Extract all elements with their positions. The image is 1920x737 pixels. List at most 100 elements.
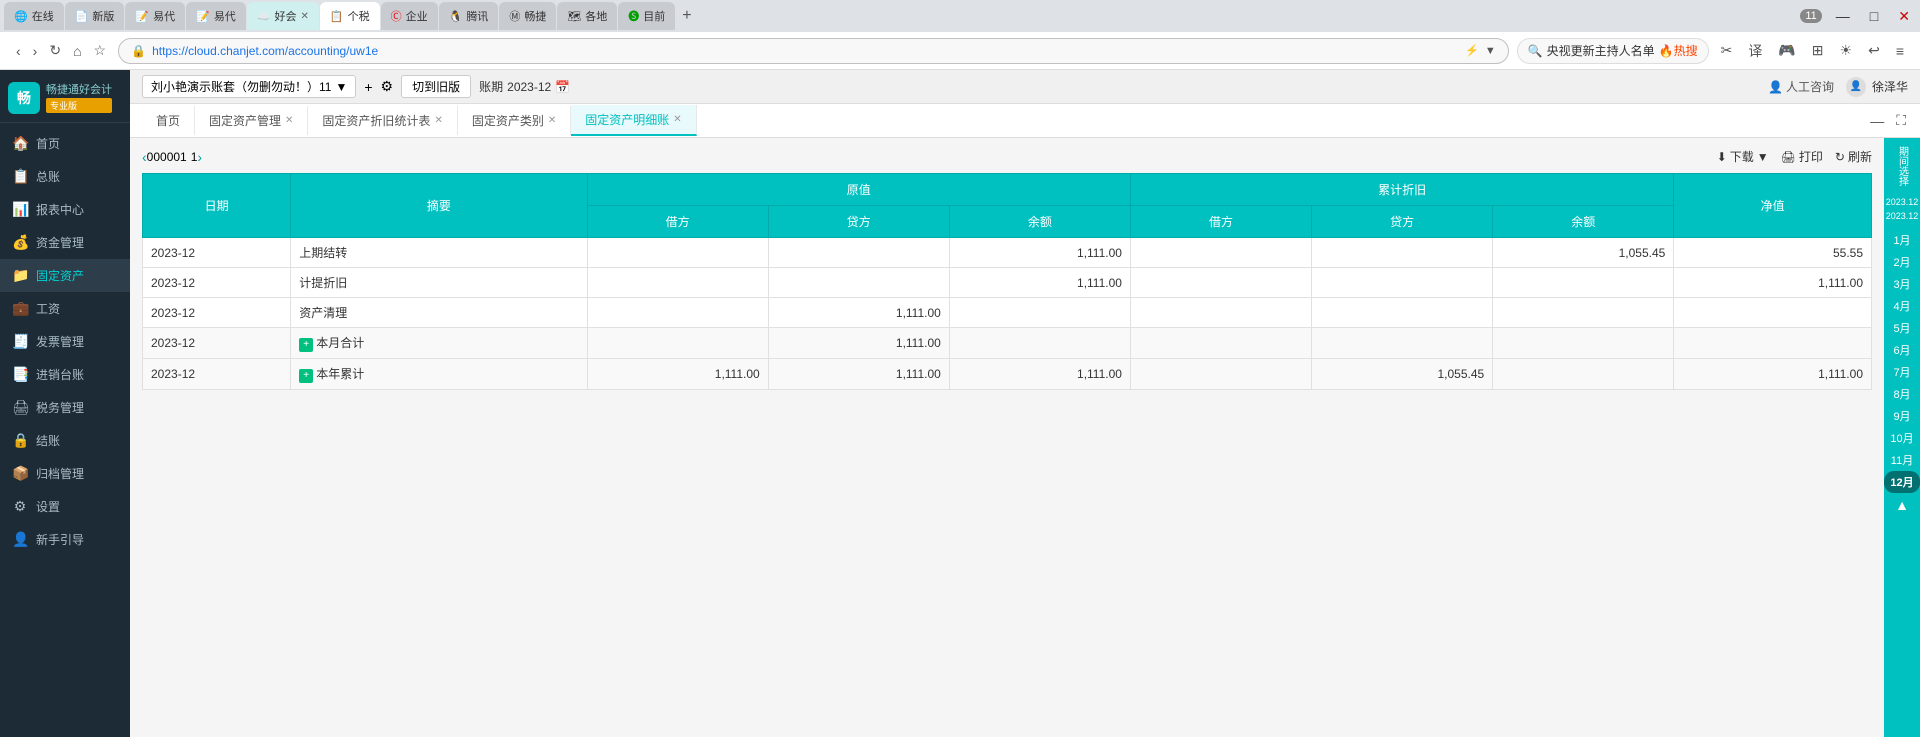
close-button[interactable]: ✕ bbox=[1892, 6, 1916, 27]
archive-icon: 📦 bbox=[12, 465, 28, 482]
tab-label: 企业 bbox=[406, 8, 428, 24]
minimize-panel-button[interactable]: — bbox=[1868, 110, 1886, 131]
cell-accum-balance: 1,055.45 bbox=[1493, 238, 1674, 268]
month-item-3[interactable]: 3月 bbox=[1884, 273, 1920, 295]
month-item-12[interactable]: 12月 bbox=[1884, 471, 1920, 493]
refresh-data-button[interactable]: ↻ 刷新 bbox=[1835, 148, 1872, 165]
month-item-1[interactable]: 1月 bbox=[1884, 229, 1920, 251]
tab-depreciation-stats[interactable]: 固定资产折旧统计表 ✕ bbox=[308, 106, 457, 135]
switch-version-button[interactable]: 切到旧版 bbox=[401, 75, 471, 98]
browser-tab-yidai2[interactable]: 📝 易代 bbox=[186, 2, 246, 30]
sidebar-item-tax[interactable]: 🖨 税务管理 bbox=[0, 391, 130, 424]
period-end-date[interactable]: 2023.12 bbox=[1886, 210, 1919, 224]
download-button[interactable]: ⬇ 下载 ▼ bbox=[1717, 148, 1769, 165]
month-item-8[interactable]: 8月 bbox=[1884, 383, 1920, 405]
tab-favicon: Ⓒ bbox=[391, 8, 402, 24]
search-bar[interactable]: 🔍 央视更新主持人名单 🔥热搜 bbox=[1517, 38, 1709, 64]
account-selector[interactable]: 刘小艳演示账套（勿删勿动！）11 ▼ bbox=[142, 75, 356, 98]
cell-orig-debit bbox=[587, 268, 768, 298]
browser-tab-new[interactable]: 📄 新版 bbox=[65, 2, 125, 30]
period-start-date[interactable]: 2023.12 bbox=[1886, 196, 1919, 210]
sidebar-item-sales[interactable]: 📑 进销台账 bbox=[0, 358, 130, 391]
bookmark-button[interactable]: ☆ bbox=[90, 40, 111, 61]
month-item-7[interactable]: 7月 bbox=[1884, 361, 1920, 383]
sidebar-item-salary[interactable]: 💼 工资 bbox=[0, 292, 130, 325]
help-button[interactable]: 👤 人工咨询 bbox=[1768, 78, 1834, 95]
tab-close-asset-detail[interactable]: ✕ bbox=[673, 114, 681, 125]
tab-label: 新版 bbox=[92, 8, 114, 24]
sidebar-label-salary: 工资 bbox=[36, 300, 60, 317]
browser-tab-gedi[interactable]: 🗺 各地 bbox=[557, 2, 617, 30]
cell-orig-credit: 1,111.00 bbox=[768, 359, 949, 390]
tab-close-depreciation-stats[interactable]: ✕ bbox=[434, 115, 442, 126]
tab-close-fixed-assets-mgmt[interactable]: ✕ bbox=[285, 115, 293, 126]
sidebar-item-close[interactable]: 🔒 结账 bbox=[0, 424, 130, 457]
month-item-11[interactable]: 11月 bbox=[1884, 449, 1920, 471]
scissors-button[interactable]: ✂ bbox=[1717, 40, 1737, 61]
tab-asset-detail[interactable]: 固定资产明细账 ✕ bbox=[571, 105, 696, 136]
tab-fixed-assets-mgmt[interactable]: 固定资产管理 ✕ bbox=[195, 106, 308, 135]
add-account-button[interactable]: + bbox=[364, 79, 372, 95]
grid-button[interactable]: ⊞ bbox=[1808, 40, 1828, 61]
browser-tab-online[interactable]: 🌐 在线 bbox=[4, 2, 64, 30]
settings-gear-button[interactable]: ⚙ bbox=[381, 78, 394, 95]
cell-accum-debit bbox=[1130, 328, 1311, 359]
tab-close-icon[interactable]: ✕ bbox=[301, 11, 309, 22]
address-bar[interactable]: 🔒 https://cloud.chanjet.com/accounting/u… bbox=[118, 38, 1509, 64]
browser-tab-muqian[interactable]: 🅢 目前 bbox=[618, 2, 675, 30]
next-record-button[interactable]: › bbox=[197, 149, 202, 165]
sidebar-item-settings[interactable]: ⚙ 设置 bbox=[0, 490, 130, 523]
print-button[interactable]: 🖨 打印 bbox=[1781, 148, 1823, 165]
calendar-icon[interactable]: 📅 bbox=[555, 80, 570, 94]
sidebar-item-home[interactable]: 🏠 首页 bbox=[0, 127, 130, 160]
sidebar-label-invoice: 发票管理 bbox=[36, 333, 84, 350]
cell-summary: 计提折旧 bbox=[291, 268, 587, 298]
cell-date: 2023-12 bbox=[143, 298, 291, 328]
minimize-button[interactable]: — bbox=[1830, 6, 1856, 26]
month-item-4[interactable]: 4月 bbox=[1884, 295, 1920, 317]
sidebar-item-archive[interactable]: 📦 归档管理 bbox=[0, 457, 130, 490]
scroll-up-button[interactable]: ▲ bbox=[1895, 497, 1909, 513]
browser-tab-gesui[interactable]: 📋 个税 bbox=[320, 2, 380, 30]
period-selector: 期间选择 2023.12 2023.12 bbox=[1884, 142, 1920, 225]
month-item-9[interactable]: 9月 bbox=[1884, 405, 1920, 427]
sidebar-label-archive: 归档管理 bbox=[36, 465, 84, 482]
tab-asset-categories[interactable]: 固定资产类别 ✕ bbox=[458, 106, 571, 135]
cell-accum-credit bbox=[1312, 298, 1493, 328]
menu-button[interactable]: ≡ bbox=[1892, 41, 1908, 61]
tab-label: 在线 bbox=[32, 8, 54, 24]
brightness-button[interactable]: ☀ bbox=[1836, 40, 1857, 61]
wallet-button[interactable]: 🎮 bbox=[1774, 40, 1799, 61]
browser-tab-changjie[interactable]: Ⓜ 畅捷 bbox=[499, 2, 556, 30]
period-selected-dates: 2023.12 2023.12 bbox=[1884, 194, 1920, 225]
restore-button[interactable]: □ bbox=[1864, 6, 1884, 26]
sidebar-item-funds[interactable]: 💰 资金管理 bbox=[0, 226, 130, 259]
home-button[interactable]: ⌂ bbox=[69, 40, 85, 61]
browser-tab-haohui[interactable]: ☁️ 好会 ✕ bbox=[247, 2, 319, 30]
forward-button[interactable]: › bbox=[29, 40, 42, 61]
salary-icon: 💼 bbox=[12, 300, 28, 317]
month-item-5[interactable]: 5月 bbox=[1884, 317, 1920, 339]
browser-tab-qiye[interactable]: Ⓒ 企业 bbox=[381, 2, 438, 30]
sidebar-item-reports[interactable]: 📊 报表中心 bbox=[0, 193, 130, 226]
content-area: ‹ 000001 1 › ⬇ 下载 ▼ 🖨 打 bbox=[130, 138, 1920, 737]
sidebar-item-guide[interactable]: 👤 新手引导 bbox=[0, 523, 130, 556]
month-item-2[interactable]: 2月 bbox=[1884, 251, 1920, 273]
new-tab-button[interactable]: + bbox=[676, 7, 697, 25]
tab-home[interactable]: 首页 bbox=[142, 106, 195, 135]
maximize-panel-button[interactable]: ⛶ bbox=[1894, 110, 1908, 131]
month-item-6[interactable]: 6月 bbox=[1884, 339, 1920, 361]
browser-tab-yidai1[interactable]: 📝 易代 bbox=[125, 2, 185, 30]
tab-close-asset-categories[interactable]: ✕ bbox=[548, 115, 556, 126]
sidebar-item-assets[interactable]: 📁 固定资产 bbox=[0, 259, 130, 292]
refresh-button[interactable]: ↻ bbox=[45, 40, 65, 61]
sidebar-item-ledger[interactable]: 📋 总账 bbox=[0, 160, 130, 193]
tab-fixed-assets-mgmt-label: 固定资产管理 bbox=[209, 112, 281, 129]
back-button[interactable]: ‹ bbox=[12, 40, 25, 61]
month-item-10[interactable]: 10月 bbox=[1884, 427, 1920, 449]
undo-button[interactable]: ↩ bbox=[1864, 40, 1884, 61]
sidebar-item-invoice[interactable]: 🧾 发票管理 bbox=[0, 325, 130, 358]
browser-tab-tengxun[interactable]: 🐧 腾讯 bbox=[439, 2, 499, 30]
user-name: 徐泽华 bbox=[1872, 78, 1908, 95]
translate-button[interactable]: 译 bbox=[1744, 39, 1766, 63]
